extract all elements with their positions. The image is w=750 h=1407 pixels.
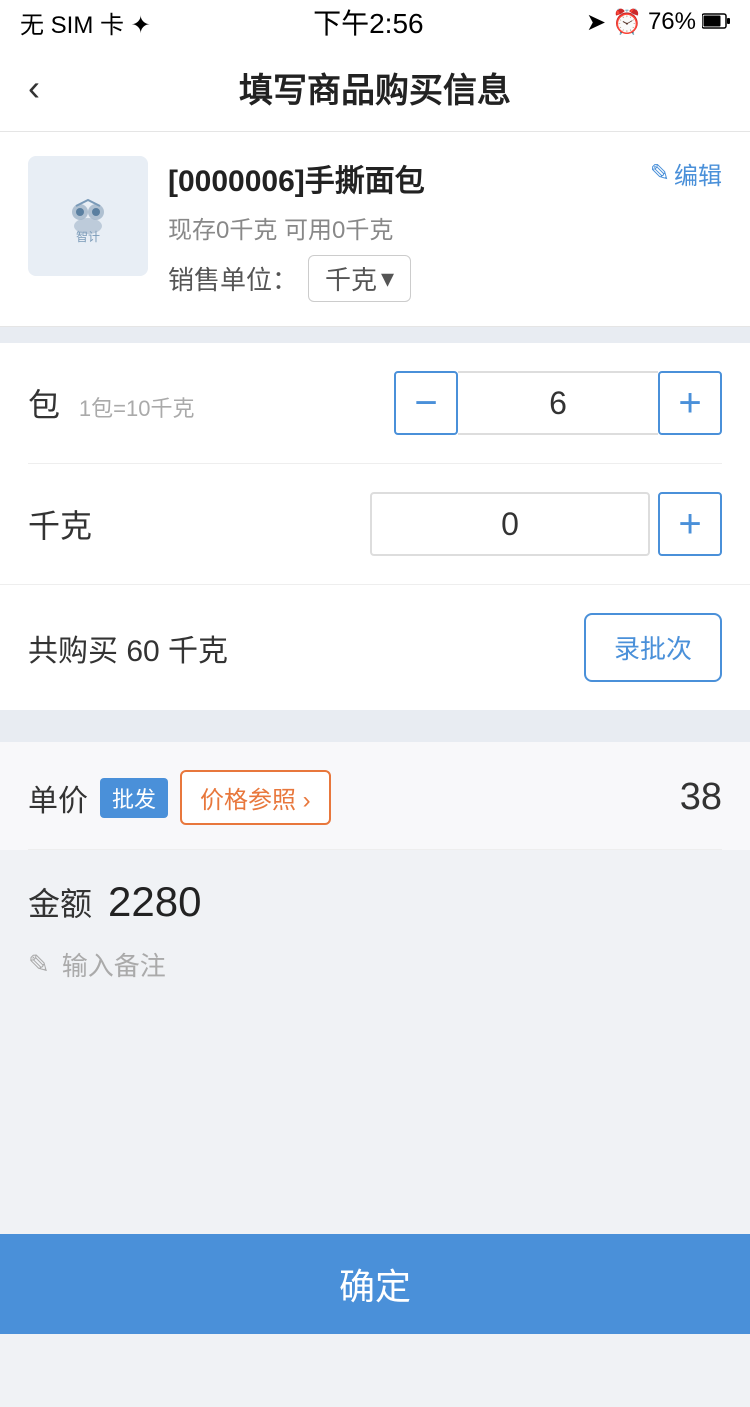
amount-label: 金额 xyxy=(28,879,92,925)
amount-section: 金额 2280 ✎ 输入备注 xyxy=(0,850,750,1007)
price-row: 单价 批发 价格参照 › 38 xyxy=(28,770,722,850)
note-row[interactable]: ✎ 输入备注 xyxy=(28,946,722,1007)
kg-qty-input[interactable] xyxy=(370,492,650,556)
back-button[interactable]: ‹ xyxy=(28,67,40,109)
price-ref-button[interactable]: 价格参照 › xyxy=(180,770,331,825)
pack-label-text: 包 xyxy=(28,387,60,423)
page-title: 填写商品购买信息 xyxy=(239,63,511,112)
kg-plus-button[interactable]: + xyxy=(658,492,722,556)
unit-select[interactable]: 千克 ▾ xyxy=(308,255,411,302)
amount-value: 2280 xyxy=(108,878,201,926)
price-section: 单价 批发 价格参照 › 38 xyxy=(0,726,750,850)
location-icon: ➤ xyxy=(586,8,606,37)
price-label-area: 单价 批发 价格参照 › xyxy=(28,770,331,825)
sim-status: 无 SIM 卡 ✦ xyxy=(20,5,151,40)
price-label: 单价 xyxy=(28,776,88,820)
product-unit: 销售单位： 千克 ▾ xyxy=(168,255,722,302)
unit-value: 千克 xyxy=(325,260,377,297)
svg-text:智计: 智计 xyxy=(76,229,100,244)
alarm-icon: ⏰ xyxy=(612,8,642,37)
section-divider-2 xyxy=(0,710,750,726)
pack-qty-control: − + xyxy=(394,371,722,435)
product-thumbnail: 智计 xyxy=(28,156,148,276)
product-name: [0000006]手撕面包 xyxy=(168,156,425,200)
price-value: 38 xyxy=(680,776,722,819)
price-type-tag: 批发 xyxy=(100,778,168,818)
pack-label: 包 1包=10千克 xyxy=(28,380,394,426)
pack-hint: 1包=10千克 xyxy=(79,396,195,421)
status-time: 下午2:56 xyxy=(313,2,424,42)
kg-row: 千克 + xyxy=(28,464,722,584)
edit-label: 编辑 xyxy=(674,156,722,191)
status-right: ➤ ⏰ 76% xyxy=(586,8,730,37)
confirm-label: 确定 xyxy=(339,1258,411,1310)
status-bar: 无 SIM 卡 ✦ 下午2:56 ➤ ⏰ 76% xyxy=(0,0,750,44)
battery-icon xyxy=(702,8,730,36)
status-left: 无 SIM 卡 ✦ xyxy=(20,5,151,40)
batch-button[interactable]: 录批次 xyxy=(584,613,722,682)
input-section: 包 1包=10千克 − + 千克 + xyxy=(0,343,750,584)
product-stock: 现存0千克 可用0千克 xyxy=(168,210,722,245)
edit-button[interactable]: ✎ 编辑 xyxy=(650,156,722,191)
confirm-button[interactable]: 确定 xyxy=(0,1234,750,1334)
note-placeholder: 输入备注 xyxy=(62,946,166,983)
unit-label: 销售单位： xyxy=(168,260,298,297)
nav-bar: ‹ 填写商品购买信息 xyxy=(0,44,750,132)
product-card: 智计 [0000006]手撕面包 ✎ 编辑 现存0千克 可用0千克 销售单位： … xyxy=(0,132,750,327)
section-divider-1 xyxy=(0,327,750,343)
battery-text: 76% xyxy=(648,8,696,36)
pack-row: 包 1包=10千克 − + xyxy=(28,343,722,464)
product-info: [0000006]手撕面包 ✎ 编辑 现存0千克 可用0千克 销售单位： 千克 … xyxy=(168,156,722,302)
amount-row: 金额 2280 xyxy=(28,878,722,946)
total-text: 共购买 60 千克 xyxy=(28,626,228,670)
kg-label: 千克 xyxy=(28,501,370,547)
unit-chevron-icon: ▾ xyxy=(381,263,394,294)
kg-qty-control: + xyxy=(370,492,722,556)
note-icon: ✎ xyxy=(28,949,50,980)
total-section: 共购买 60 千克 录批次 xyxy=(0,584,750,710)
pack-qty-input[interactable] xyxy=(458,371,658,435)
pack-minus-button[interactable]: − xyxy=(394,371,458,435)
edit-icon: ✎ xyxy=(650,159,670,188)
pack-plus-button[interactable]: + xyxy=(658,371,722,435)
